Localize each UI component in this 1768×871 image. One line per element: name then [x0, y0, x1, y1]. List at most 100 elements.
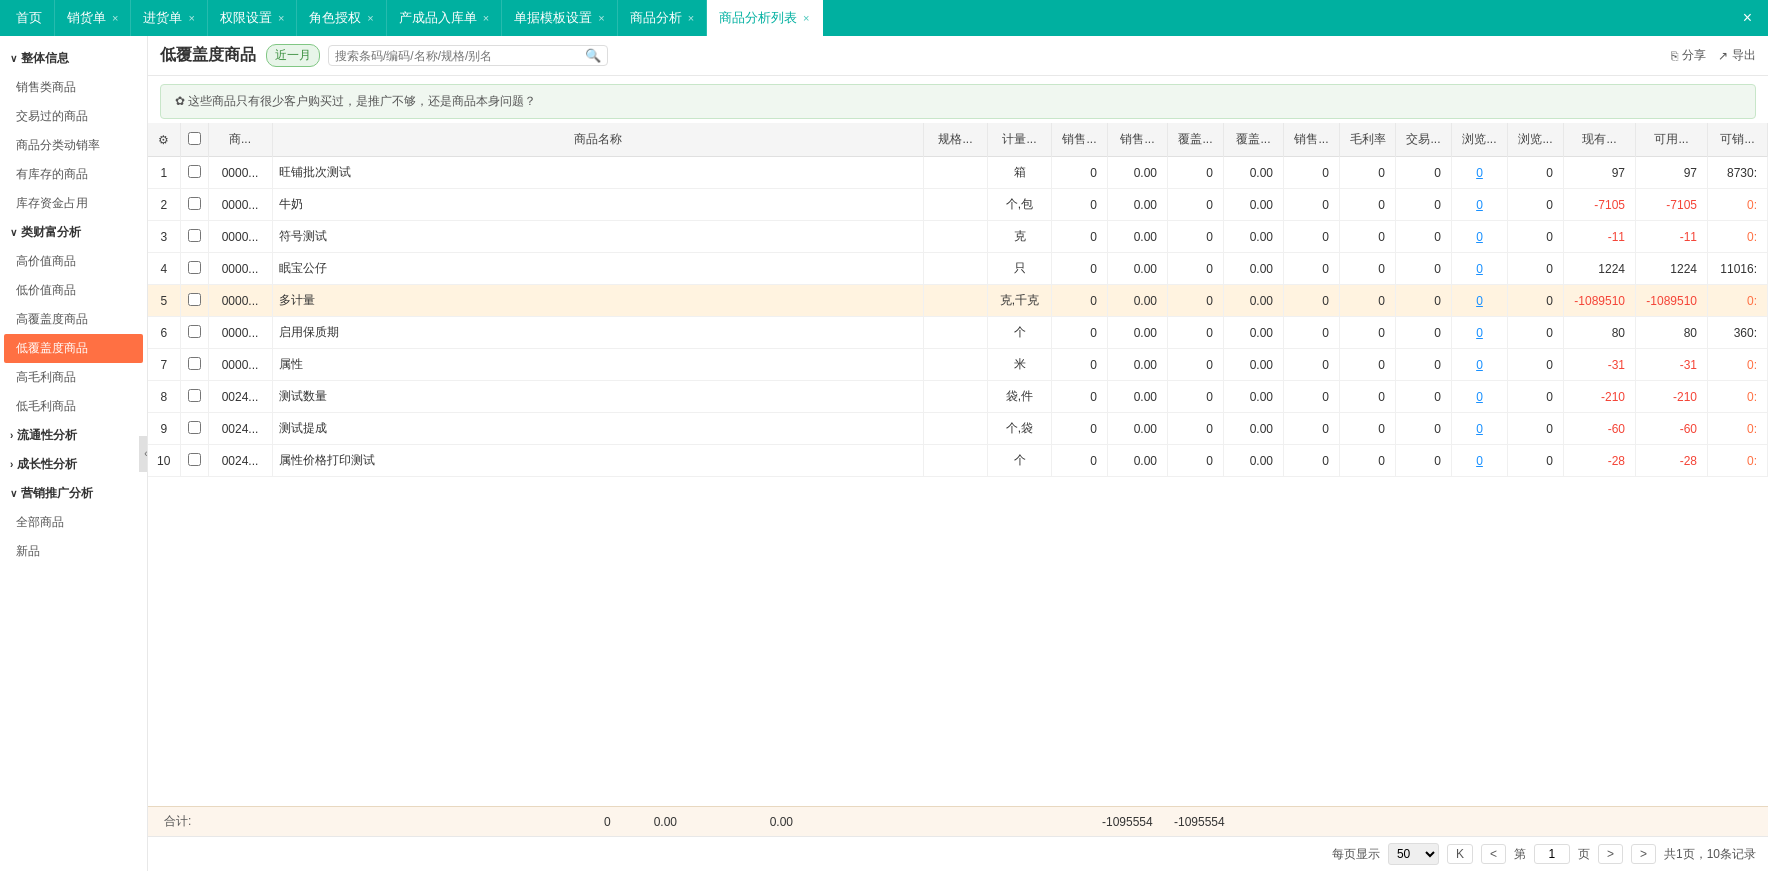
view-link[interactable]: 0: [1476, 326, 1483, 340]
sidebar-item-category-rate[interactable]: 商品分类动销率: [0, 131, 147, 160]
export-button[interactable]: ↗ 导出: [1718, 47, 1756, 64]
cell-view1[interactable]: 0: [1452, 221, 1508, 253]
th-sales-cnt[interactable]: 销售...: [1284, 123, 1340, 157]
th-name[interactable]: 商品名称: [272, 123, 924, 157]
cell-view1[interactable]: 0: [1452, 189, 1508, 221]
nav-tab-product-in[interactable]: 产成品入库单 ×: [387, 0, 502, 36]
row-checkbox[interactable]: [188, 229, 201, 242]
nav-tab-permission[interactable]: 权限设置 ×: [208, 0, 297, 36]
cell-view1[interactable]: 0: [1452, 381, 1508, 413]
window-close-button[interactable]: ×: [1731, 9, 1764, 27]
row-checkbox[interactable]: [188, 325, 201, 338]
first-page-button[interactable]: K: [1447, 844, 1473, 864]
select-all-checkbox[interactable]: [188, 132, 201, 145]
cell-checkbox[interactable]: [180, 189, 208, 221]
sidebar-section-wealth[interactable]: ∨ 类财富分析: [0, 218, 147, 247]
th-current-stock[interactable]: 现有...: [1564, 123, 1636, 157]
sidebar-item-low-margin[interactable]: 低毛利商品: [0, 392, 147, 421]
cell-view1[interactable]: 0: [1452, 253, 1508, 285]
nav-tab-purchase[interactable]: 进货单 ×: [131, 0, 207, 36]
row-checkbox[interactable]: [188, 261, 201, 274]
cell-checkbox[interactable]: [180, 221, 208, 253]
cell-checkbox[interactable]: [180, 157, 208, 189]
th-view2[interactable]: 浏览...: [1508, 123, 1564, 157]
th-checkbox[interactable]: [180, 123, 208, 157]
view-link[interactable]: 0: [1476, 390, 1483, 404]
close-icon[interactable]: ×: [112, 12, 118, 24]
th-available-stock[interactable]: 可用...: [1636, 123, 1708, 157]
sidebar-section-circulation[interactable]: › 流通性分析: [0, 421, 147, 450]
th-cover1[interactable]: 覆盖...: [1168, 123, 1224, 157]
prev-page-button[interactable]: <: [1481, 844, 1506, 864]
sidebar-item-low-value[interactable]: 低价值商品: [0, 276, 147, 305]
row-checkbox[interactable]: [188, 197, 201, 210]
close-icon[interactable]: ×: [188, 12, 194, 24]
close-icon[interactable]: ×: [278, 12, 284, 24]
th-saleable[interactable]: 可销...: [1708, 123, 1768, 157]
nav-tab-role[interactable]: 角色授权 ×: [297, 0, 386, 36]
row-checkbox[interactable]: [188, 357, 201, 370]
search-input[interactable]: [335, 49, 585, 63]
sidebar-item-low-coverage[interactable]: 低覆盖度商品: [4, 334, 143, 363]
sidebar-item-traded-goods[interactable]: 交易过的商品: [0, 102, 147, 131]
close-icon[interactable]: ×: [688, 12, 694, 24]
view-link[interactable]: 0: [1476, 166, 1483, 180]
close-icon[interactable]: ×: [598, 12, 604, 24]
cell-checkbox[interactable]: [180, 349, 208, 381]
next-page-button[interactable]: >: [1598, 844, 1623, 864]
sidebar-item-all-goods[interactable]: 全部商品: [0, 508, 147, 537]
sidebar-collapse-button[interactable]: «: [139, 436, 148, 472]
cell-checkbox[interactable]: [180, 285, 208, 317]
view-link[interactable]: 0: [1476, 294, 1483, 308]
view-link[interactable]: 0: [1476, 262, 1483, 276]
sidebar-item-high-coverage[interactable]: 高覆盖度商品: [0, 305, 147, 334]
cell-checkbox[interactable]: [180, 445, 208, 477]
page-number-input[interactable]: [1534, 844, 1570, 864]
row-checkbox[interactable]: [188, 165, 201, 178]
sidebar-section-growth[interactable]: › 成长性分析: [0, 450, 147, 479]
filter-recent-month-button[interactable]: 近一月: [266, 44, 320, 67]
cell-view1[interactable]: 0: [1452, 157, 1508, 189]
sidebar-item-high-value[interactable]: 高价值商品: [0, 247, 147, 276]
sidebar-item-high-margin[interactable]: 高毛利商品: [0, 363, 147, 392]
cell-checkbox[interactable]: [180, 317, 208, 349]
close-icon[interactable]: ×: [803, 12, 809, 24]
page-size-select[interactable]: 10 20 50 100: [1388, 843, 1439, 865]
th-cover2[interactable]: 覆盖...: [1224, 123, 1284, 157]
th-view1[interactable]: 浏览...: [1452, 123, 1508, 157]
view-link[interactable]: 0: [1476, 230, 1483, 244]
view-link[interactable]: 0: [1476, 422, 1483, 436]
cell-checkbox[interactable]: [180, 413, 208, 445]
share-button[interactable]: ⎘ 分享: [1671, 47, 1706, 64]
th-unit[interactable]: 计量...: [988, 123, 1052, 157]
th-sales-amt[interactable]: 销售...: [1108, 123, 1168, 157]
th-trans[interactable]: 交易...: [1396, 123, 1452, 157]
view-link[interactable]: 0: [1476, 358, 1483, 372]
sidebar-item-new-goods[interactable]: 新品: [0, 537, 147, 566]
nav-tab-analysis-list[interactable]: 商品分析列表 ×: [707, 0, 822, 36]
cell-view1[interactable]: 0: [1452, 285, 1508, 317]
th-sales-qty[interactable]: 销售...: [1052, 123, 1108, 157]
cell-view1[interactable]: 0: [1452, 349, 1508, 381]
nav-tab-sales[interactable]: 销货单 ×: [55, 0, 131, 36]
sidebar-item-stock-goods[interactable]: 有库存的商品: [0, 160, 147, 189]
last-page-button[interactable]: >: [1631, 844, 1656, 864]
close-icon[interactable]: ×: [483, 12, 489, 24]
row-checkbox[interactable]: [188, 389, 201, 402]
nav-tab-home[interactable]: 首页: [4, 0, 55, 36]
row-checkbox[interactable]: [188, 421, 201, 434]
th-code[interactable]: 商...: [208, 123, 272, 157]
row-checkbox[interactable]: [188, 293, 201, 306]
sidebar-item-sales-goods[interactable]: 销售类商品: [0, 73, 147, 102]
cell-checkbox[interactable]: [180, 381, 208, 413]
cell-view1[interactable]: 0: [1452, 413, 1508, 445]
row-checkbox[interactable]: [188, 453, 201, 466]
sidebar-item-stock-capital[interactable]: 库存资金占用: [0, 189, 147, 218]
close-icon[interactable]: ×: [367, 12, 373, 24]
sidebar-section-marketing[interactable]: ∨ 营销推广分析: [0, 479, 147, 508]
view-link[interactable]: 0: [1476, 454, 1483, 468]
sidebar-section-overview[interactable]: ∨ 整体信息: [0, 44, 147, 73]
nav-tab-analysis[interactable]: 商品分析 ×: [618, 0, 707, 36]
th-spec[interactable]: 规格...: [924, 123, 988, 157]
th-settings[interactable]: ⚙: [148, 123, 180, 157]
